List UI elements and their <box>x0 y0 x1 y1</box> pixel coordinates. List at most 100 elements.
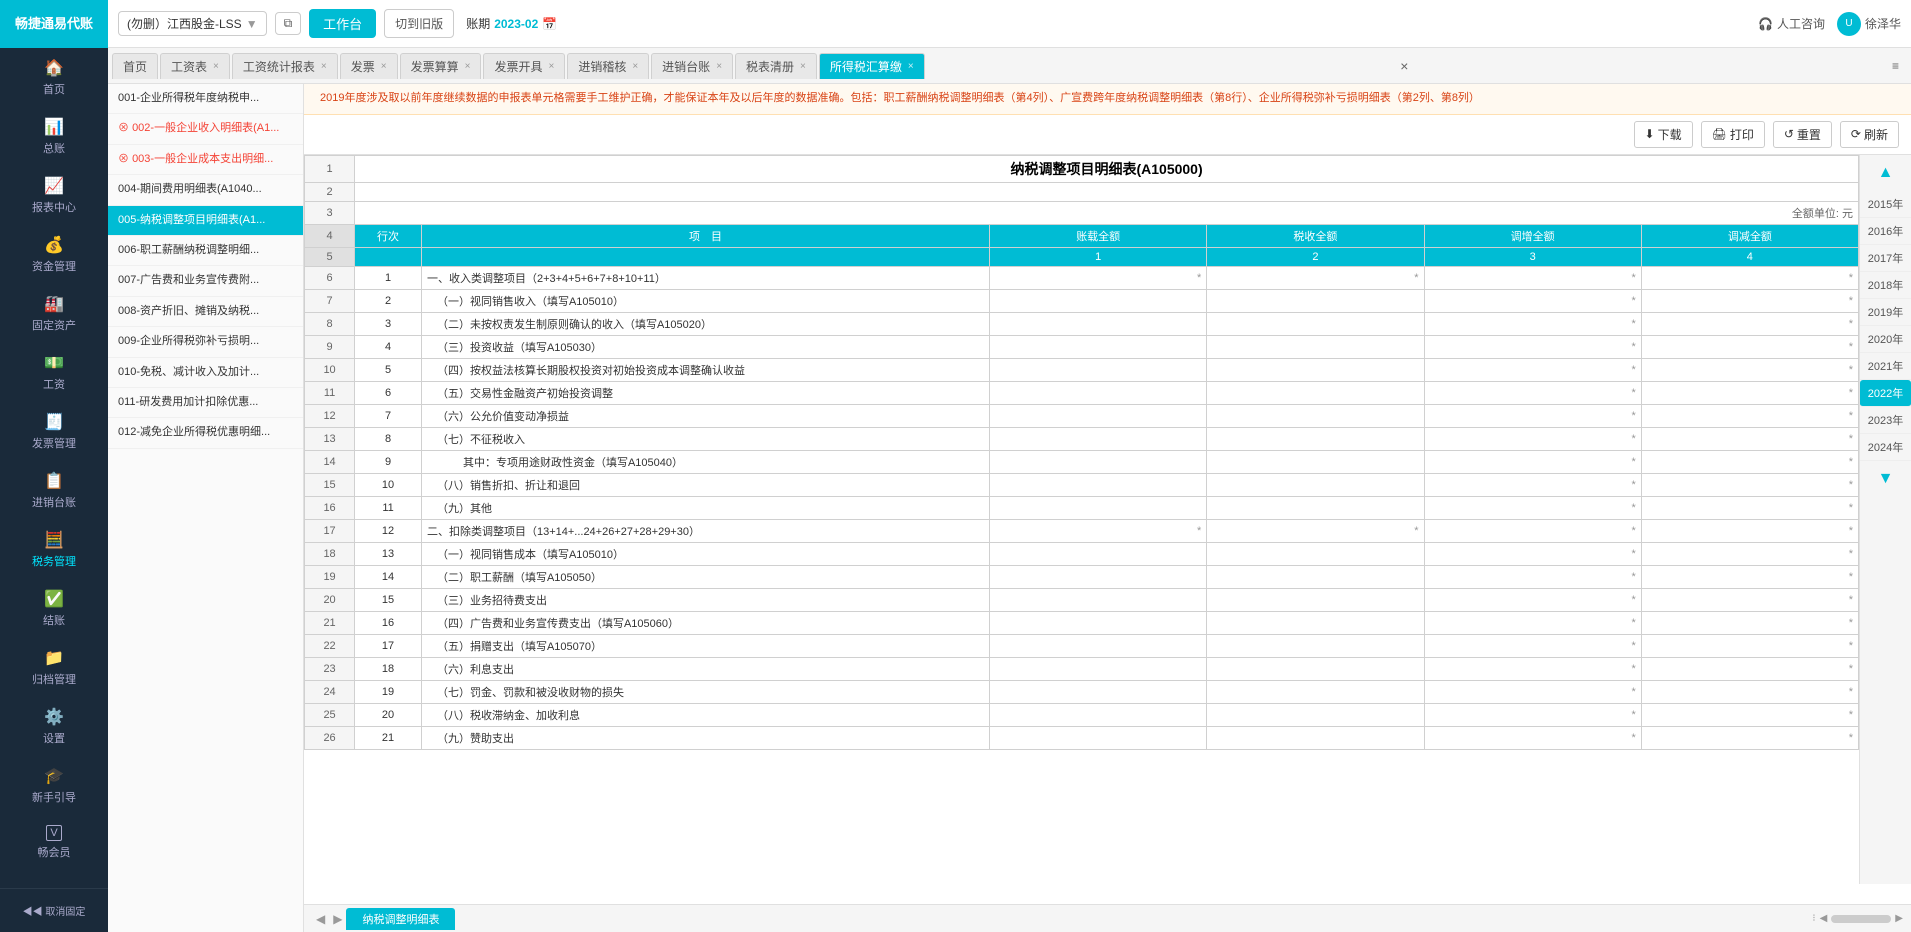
year-item-2017[interactable]: 2017年 <box>1860 245 1911 272</box>
year-item-2018[interactable]: 2018年 <box>1860 272 1911 299</box>
tabbar-menu[interactable]: ≡ <box>1884 55 1907 77</box>
table-row: 11 6 （五）交易性金融资产初始投资调整 * * <box>305 381 1859 404</box>
table-row: 25 20 （八）税收滞纳金、加收利息 * * <box>305 703 1859 726</box>
tab-income-tax-close[interactable]: × <box>908 61 914 72</box>
form-list-item-010[interactable]: 010-免税、减计收入及加计... <box>108 358 303 388</box>
company-select[interactable]: (勿删）江西股金-LSS ▼ <box>118 11 267 36</box>
pin-button[interactable]: ◀◀ 取消固定 <box>0 897 108 924</box>
pin-label: ◀◀ 取消固定 <box>23 903 86 918</box>
year-item-2024[interactable]: 2024年 <box>1860 434 1911 461</box>
sidebar-item-invoice[interactable]: 🧾 发票管理 <box>0 402 108 461</box>
copy-icon: ⧉ <box>284 16 293 30</box>
sidebar-item-label: 结账 <box>43 612 65 628</box>
sheet-tab-main[interactable]: 纳税调整明细表 <box>346 908 455 930</box>
tab-salary[interactable]: 工资表 × <box>160 53 230 79</box>
sidebar-item-setting[interactable]: ⚙️ 设置 <box>0 697 108 756</box>
tab-invoice-label: 发票 <box>351 58 375 75</box>
tab-home[interactable]: 首页 <box>112 53 158 79</box>
tab-input-ledger[interactable]: 进销台账 × <box>651 53 733 79</box>
account-period: 账期 2023-02 📅 <box>466 15 557 32</box>
form-list-item-008[interactable]: 008-资产折旧、摊销及纳税... <box>108 297 303 327</box>
form-list-item-002[interactable]: 002-一般企业收入明细表(A1... <box>108 114 303 144</box>
tab-salary-label: 工资表 <box>171 58 207 75</box>
sidebar-item-member[interactable]: V 畅会员 <box>0 815 108 870</box>
sidebar-item-report[interactable]: 📈 报表中心 <box>0 166 108 225</box>
table-row: 14 9 其中：专项用途财政性资金（填写A105040） * * <box>305 450 1859 473</box>
tab-invoice-calc-label: 发票算算 <box>411 58 459 75</box>
app-logo: 畅捷通易代账 <box>0 0 108 48</box>
form-list-item-006[interactable]: 006-职工薪酬纳税调整明细... <box>108 236 303 266</box>
sidebar-item-archive[interactable]: 📁 归档管理 <box>0 638 108 697</box>
sheet-tab-nav-left[interactable]: ◀ <box>312 912 329 926</box>
sheet-tabs: ◀ ▶ 纳税调整明细表 ⁝ ◀ ▶ <box>304 904 1911 932</box>
download-button[interactable]: ⬇ 下载 <box>1634 121 1693 148</box>
sidebar-item-settle[interactable]: ✅ 结账 <box>0 579 108 638</box>
sidebar-item-label: 首页 <box>43 81 65 97</box>
tab-income-tax[interactable]: 所得税汇算缴 × <box>819 53 925 79</box>
year-nav-down[interactable]: ▼ <box>1868 461 1904 497</box>
period-label: 账期 <box>466 15 490 32</box>
tab-invoice-calc-close[interactable]: × <box>465 61 471 72</box>
tab-tax-clear[interactable]: 税表清册 × <box>735 53 817 79</box>
form-list: 001-企业所得税年度纳税申... 002-一般企业收入明细表(A1... 00… <box>108 84 304 932</box>
sidebar-item-newguide[interactable]: 🎓 新手引导 <box>0 756 108 815</box>
year-item-2020[interactable]: 2020年 <box>1860 326 1911 353</box>
topbar: (勿删）江西股金-LSS ▼ ⧉ 工作台 切到旧版 账期 2023-02 📅 🎧… <box>108 0 1911 48</box>
user-menu[interactable]: U 徐泽华 <box>1837 12 1901 36</box>
workbench-button[interactable]: 工作台 <box>309 9 376 38</box>
tab-input-check[interactable]: 进销稽核 × <box>567 53 649 79</box>
form-list-item-009[interactable]: 009-企业所得税弥补亏损明... <box>108 327 303 357</box>
form-list-item-011[interactable]: 011-研发费用加计扣除优惠... <box>108 388 303 418</box>
tab-invoice-close[interactable]: × <box>381 61 387 72</box>
year-item-2023[interactable]: 2023年 <box>1860 407 1911 434</box>
col-header-item: 项 目 <box>421 224 989 247</box>
form-list-item-012[interactable]: 012-减免企业所得税优惠明细... <box>108 418 303 448</box>
form-list-item-005[interactable]: 005-纳税调整项目明细表(A1... <box>108 206 303 236</box>
sidebar-item-fixed[interactable]: 🏭 固定资产 <box>0 284 108 343</box>
sidebar-item-asset[interactable]: 💰 资金管理 <box>0 225 108 284</box>
sidebar-item-tax[interactable]: 🧮 税务管理 <box>0 520 108 579</box>
year-item-2019[interactable]: 2019年 <box>1860 299 1911 326</box>
tab-invoice[interactable]: 发票 × <box>340 53 398 79</box>
tab-invoice-calc[interactable]: 发票算算 × <box>400 53 482 79</box>
tab-salary-report[interactable]: 工资统计报表 × <box>232 53 338 79</box>
fixed-icon: 🏭 <box>44 294 64 314</box>
year-item-2021[interactable]: 2021年 <box>1860 353 1911 380</box>
tab-salary-close[interactable]: × <box>213 61 219 72</box>
year-item-2022[interactable]: 2022年 <box>1860 380 1911 407</box>
tab-salary-report-close[interactable]: × <box>321 61 327 72</box>
tab-invoice-open-close[interactable]: × <box>548 61 554 72</box>
form-list-item-003[interactable]: 003-一般企业成本支出明细... <box>108 145 303 175</box>
sidebar-item-ledger[interactable]: 📊 总账 <box>0 107 108 166</box>
sidebar-item-salary[interactable]: 💵 工资 <box>0 343 108 402</box>
tab-tax-clear-close[interactable]: × <box>800 61 806 72</box>
refresh-button[interactable]: ⟳ 刷新 <box>1840 121 1899 148</box>
form-list-item-001[interactable]: 001-企业所得税年度纳税申... <box>108 84 303 114</box>
horizontal-scrollbar[interactable] <box>1831 915 1891 923</box>
sidebar-item-home[interactable]: 🏠 首页 <box>0 48 108 107</box>
table-row: 9 4 （三）投资收益（填写A105030） * * <box>305 335 1859 358</box>
reset-button[interactable]: ↺ 重置 <box>1773 121 1832 148</box>
form-list-item-004[interactable]: 004-期间费用明细表(A1040... <box>108 175 303 205</box>
tabbar-close-all[interactable]: × <box>1392 54 1416 78</box>
table-row: 16 11 （九）其他 * * <box>305 496 1859 519</box>
table-row: 26 21 （九）赞助支出 * * <box>305 726 1859 749</box>
copy-button[interactable]: ⧉ <box>275 12 302 35</box>
print-button[interactable]: 🖨 打印 <box>1701 121 1765 148</box>
year-nav-up[interactable]: ▲ <box>1868 155 1904 191</box>
notice-text: 2019年度涉及取以前年度继续数据的申报表单元格需要手工维护正确，才能保证本年及… <box>320 92 1480 104</box>
tab-invoice-open[interactable]: 发票开具 × <box>483 53 565 79</box>
tab-input-check-close[interactable]: × <box>632 61 638 72</box>
form-list-item-007[interactable]: 007-广告费和业务宣传费附... <box>108 266 303 296</box>
calendar-icon[interactable]: 📅 <box>542 17 557 31</box>
oldversion-button[interactable]: 切到旧版 <box>384 9 454 38</box>
sidebar-item-input[interactable]: 📋 进销台账 <box>0 461 108 520</box>
tab-input-ledger-close[interactable]: × <box>716 61 722 72</box>
year-item-2015[interactable]: 2015年 <box>1860 191 1911 218</box>
support-label: 人工咨询 <box>1777 15 1825 32</box>
sheet-tab-nav-right[interactable]: ▶ <box>329 912 346 926</box>
spreadsheet-container[interactable]: 1 纳税调整项目明细表(A105000) 2 3 全额单位 <box>304 155 1911 904</box>
support-button[interactable]: 🎧 人工咨询 <box>1758 15 1825 32</box>
table-row: 6 1 一、收入类调整项目（2+3+4+5+6+7+8+10+11） * * *… <box>305 266 1859 289</box>
year-item-2016[interactable]: 2016年 <box>1860 218 1911 245</box>
